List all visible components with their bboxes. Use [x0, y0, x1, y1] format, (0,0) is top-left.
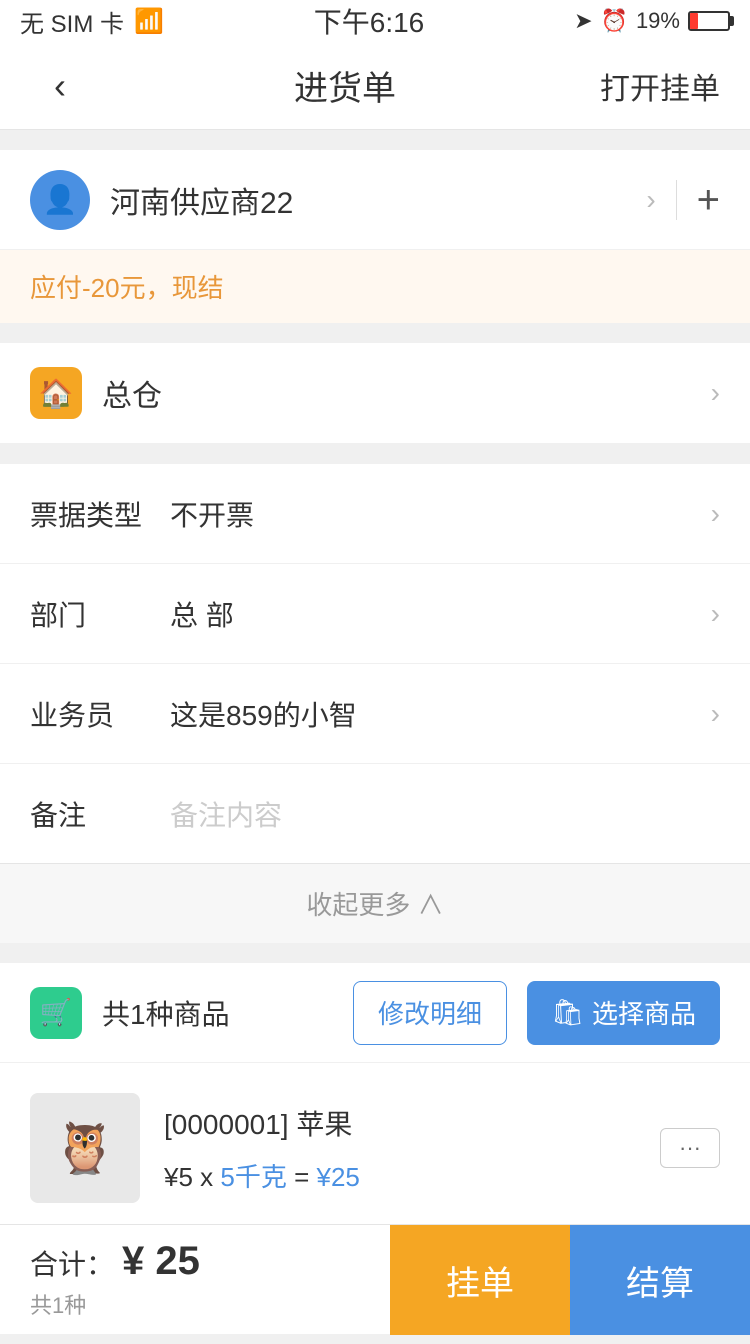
- location-icon: ➤: [574, 8, 592, 34]
- invoice-type-value: 不开票: [170, 494, 701, 534]
- status-carrier: 无 SIM 卡 📶: [20, 4, 164, 39]
- select-icon: 🛍: [551, 997, 584, 1028]
- department-chevron: ›: [711, 598, 720, 630]
- department-value: 总 部: [170, 594, 701, 634]
- back-button[interactable]: ‹: [30, 56, 90, 116]
- products-count: 共1种商品: [102, 993, 353, 1033]
- supplier-avatar: 👤: [30, 170, 90, 230]
- battery-text: 19%: [636, 8, 680, 34]
- product-total: ¥25: [317, 1162, 360, 1192]
- supplier-name: 河南供应商22: [110, 178, 646, 222]
- invoice-type-label: 票据类型: [30, 494, 170, 534]
- product-multiply: x: [200, 1162, 220, 1192]
- gap-4: [0, 943, 750, 963]
- collapse-label: 收起更多 ∧: [306, 885, 443, 922]
- form-section: 票据类型 不开票 › 部门 总 部 › 业务员 这是859的小智 › 备注 备注…: [0, 463, 750, 863]
- warehouse-row[interactable]: 🏠 总仓 ›: [0, 343, 750, 443]
- warehouse-name: 总仓: [102, 371, 711, 415]
- hold-button[interactable]: 挂单: [390, 1225, 570, 1335]
- product-item: 🦉 [0000001] 苹果 ¥5 x 5千克 = ¥25 ···: [0, 1063, 750, 1234]
- page-title: 进货单: [294, 61, 396, 110]
- edit-detail-button[interactable]: 修改明细: [353, 981, 507, 1045]
- department-label: 部门: [30, 594, 170, 634]
- gap-1: [0, 130, 750, 150]
- supplier-actions: › +: [646, 180, 720, 220]
- supplier-section: 👤 河南供应商22 › + 应付-20元，现结: [0, 150, 750, 323]
- total-line: 合计： ¥ 25: [30, 1239, 360, 1284]
- product-code: [0000001]: [164, 1109, 289, 1140]
- product-equals: =: [294, 1162, 316, 1192]
- supplier-row[interactable]: 👤 河南供应商22 › +: [0, 150, 750, 250]
- total-label: 合计：: [30, 1243, 114, 1283]
- alarm-icon: ⏰: [601, 8, 628, 34]
- warehouse-chevron: ›: [711, 377, 720, 409]
- gap-2: [0, 323, 750, 343]
- product-price: ¥5 x 5千克 = ¥25: [164, 1157, 660, 1194]
- total-section: 合计： ¥ 25 共1种: [0, 1225, 390, 1334]
- bottom-bar: 合计： ¥ 25 共1种 挂单 结算: [0, 1224, 750, 1334]
- cart-icon: 🛒: [40, 997, 72, 1028]
- products-icon: 🛒: [30, 987, 82, 1039]
- product-info: [0000001] 苹果 ¥5 x 5千克 = ¥25: [164, 1103, 660, 1194]
- invoice-type-row[interactable]: 票据类型 不开票 ›: [0, 463, 750, 563]
- status-time: 下午6:16: [314, 1, 425, 41]
- settle-button[interactable]: 结算: [570, 1225, 750, 1335]
- warehouse-icon: 🏠: [30, 367, 82, 419]
- divider: [676, 180, 677, 220]
- salesperson-chevron: ›: [711, 698, 720, 730]
- wifi-symbol: 📶: [134, 7, 164, 36]
- total-amount: ¥ 25: [122, 1239, 200, 1284]
- product-thumbnail: 🦉: [30, 1093, 140, 1203]
- status-right: ➤ ⏰ 19%: [574, 8, 730, 34]
- select-product-button[interactable]: 🛍 选择商品: [527, 981, 720, 1045]
- select-label: 选择商品: [592, 994, 696, 1031]
- warehouse-section: 🏠 总仓 ›: [0, 343, 750, 443]
- home-icon: 🏠: [39, 377, 74, 410]
- gap-3: [0, 443, 750, 463]
- products-section: 🛒 共1种商品 修改明细 🛍 选择商品 🦉 [0000001] 苹果 ¥5 x …: [0, 963, 750, 1234]
- salesperson-value: 这是859的小智: [170, 694, 701, 734]
- remark-label: 备注: [30, 794, 170, 834]
- add-button[interactable]: +: [697, 180, 720, 220]
- salesperson-label: 业务员: [30, 694, 170, 734]
- remark-row[interactable]: 备注 备注内容: [0, 763, 750, 863]
- total-count: 共1种: [30, 1288, 360, 1320]
- supplier-chevron: ›: [646, 184, 655, 216]
- product-unit-price: ¥5: [164, 1162, 193, 1192]
- invoice-type-chevron: ›: [711, 498, 720, 530]
- product-name: [0000001] 苹果: [164, 1103, 660, 1143]
- carrier-text: 无 SIM 卡: [20, 4, 124, 39]
- product-title: 苹果: [296, 1109, 352, 1140]
- payment-notice: 应付-20元，现结: [0, 250, 750, 323]
- department-row[interactable]: 部门 总 部 ›: [0, 563, 750, 663]
- salesperson-row[interactable]: 业务员 这是859的小智 ›: [0, 663, 750, 763]
- product-more-button[interactable]: ···: [660, 1128, 720, 1168]
- nav-bar: ‹ 进货单 打开挂单: [0, 42, 750, 130]
- open-hold-button[interactable]: 打开挂单: [600, 64, 720, 108]
- products-header: 🛒 共1种商品 修改明细 🛍 选择商品: [0, 963, 750, 1063]
- avatar-icon: 👤: [43, 183, 78, 216]
- remark-placeholder: 备注内容: [170, 794, 720, 834]
- product-quantity: 5千克: [220, 1162, 286, 1192]
- product-thumb-icon: 🦉: [54, 1119, 116, 1178]
- products-buttons: 修改明细 🛍 选择商品: [353, 981, 720, 1045]
- status-bar: 无 SIM 卡 📶 下午6:16 ➤ ⏰ 19%: [0, 0, 750, 42]
- battery-icon: [688, 11, 730, 31]
- collapse-toggle[interactable]: 收起更多 ∧: [0, 863, 750, 943]
